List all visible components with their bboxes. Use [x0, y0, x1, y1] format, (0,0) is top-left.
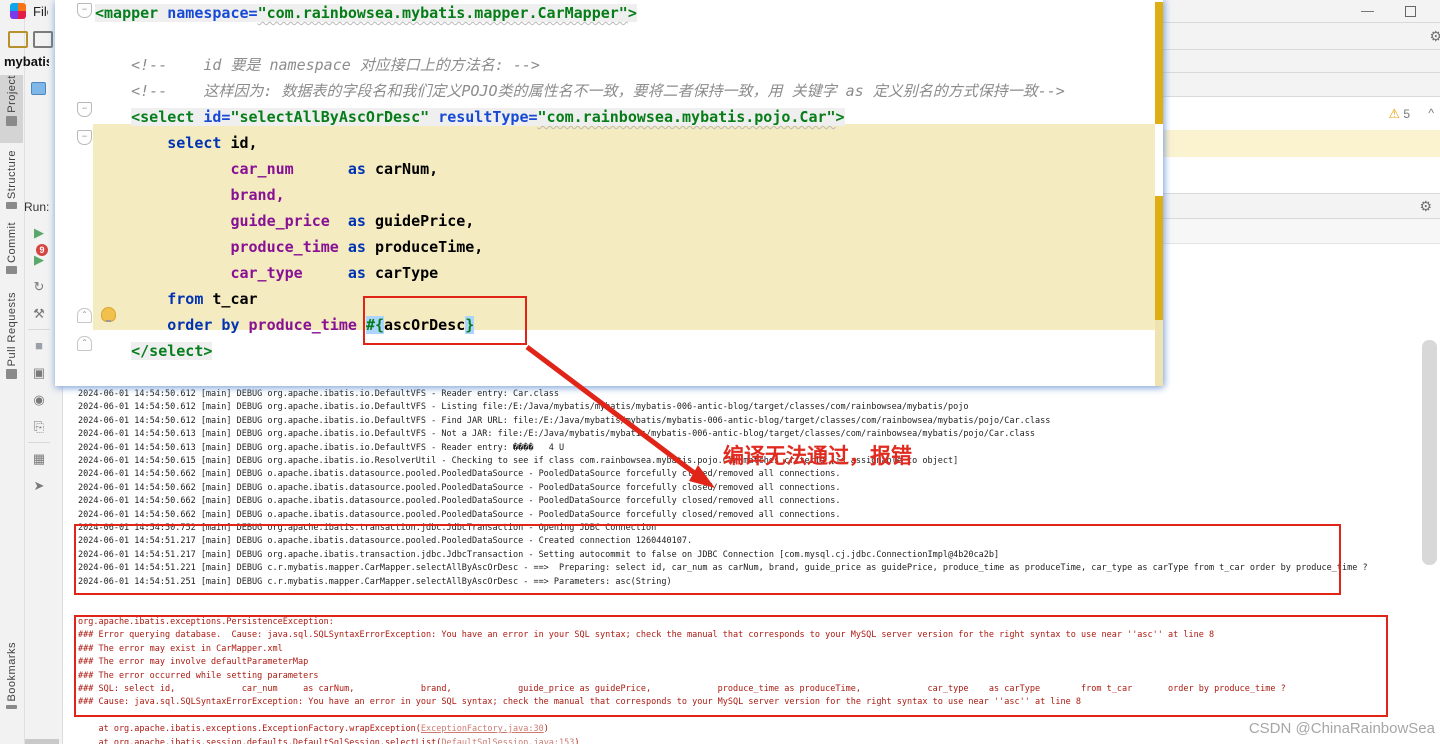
code-line: brand, [95, 182, 1155, 208]
console-line: ### Error querying database. Cause: java… [78, 629, 1440, 642]
console-line: 2024-06-01 14:54:50.612 [main] DEBUG org… [78, 401, 1440, 414]
horizontal-scrollbar[interactable] [25, 739, 59, 744]
console-line: ### The error occurred while setting par… [78, 670, 1440, 683]
console-line: 2024-06-01 14:54:50.612 [main] DEBUG org… [78, 415, 1440, 428]
sidebar-item-pull-requests[interactable]: Pull Requests [0, 292, 23, 387]
minimize-button[interactable]: — [1361, 3, 1374, 18]
fold-end-icon[interactable]: ⌃ [77, 308, 92, 323]
code-line: <mapper namespace="com.rainbowsea.mybati… [95, 0, 1155, 26]
console-line: 2024-06-01 14:54:51.217 [main] DEBUG o.a… [78, 535, 1440, 548]
console-line [78, 589, 1440, 602]
pull-requests-icon [6, 369, 17, 379]
code-line: produce_time as produceTime, [95, 234, 1155, 260]
code-line: <select id="selectAllByAscOrDesc" result… [95, 104, 1155, 130]
menu-file[interactable]: File [33, 4, 48, 20]
console-line: ### The error may exist in CarMapper.xml [78, 643, 1440, 656]
open-folder-icon[interactable] [8, 31, 28, 48]
code-line: select id, [95, 130, 1155, 156]
editor-panel[interactable]: − − − ⌃ ⌃ <mapper namespace="com.rainbow… [55, 0, 1163, 386]
run-button[interactable]: ▶ [24, 219, 54, 246]
console-line: 2024-06-01 14:54:51.221 [main] DEBUG c.r… [78, 562, 1440, 575]
console-line: 2024-06-01 14:54:50.662 [main] DEBUG o.a… [78, 482, 1440, 495]
project-name[interactable]: mybatis [4, 54, 49, 69]
console-line [78, 710, 1440, 723]
inspections-widget[interactable]: ⚠ 5 [1388, 106, 1410, 122]
file-tab-icon[interactable] [31, 82, 46, 95]
collapse-chevron-icon[interactable]: ^ [1428, 106, 1434, 120]
annotation-arrow [505, 335, 735, 505]
console-line: org.apache.ibatis.exceptions.Persistence… [78, 616, 1440, 629]
editor-code[interactable]: <mapper namespace="com.rainbowsea.mybati… [95, 0, 1155, 364]
pin-tab-icon[interactable]: ➤ [24, 472, 54, 499]
code-line: from t_car [95, 286, 1155, 312]
structure-icon [6, 202, 17, 209]
bookmark-flag-icon [6, 705, 17, 709]
sidebar-item-bookmarks[interactable]: Bookmarks [0, 642, 23, 712]
fold-marker-icon[interactable]: − [77, 130, 92, 145]
intellij-logo [10, 3, 26, 19]
commit-icon [6, 266, 17, 274]
restore-layout-icon[interactable]: ⎘ [24, 413, 54, 440]
toolbar-divider [28, 442, 50, 443]
console-line: at org.apache.ibatis.exceptions.Exceptio… [78, 723, 1440, 736]
settings-gear-icon[interactable]: ⚙ [1429, 28, 1440, 45]
left-toolwindow-bar: File mybatis Project Structure Commit Pu… [0, 0, 63, 744]
fold-marker-icon[interactable]: − [77, 3, 92, 18]
error-count-badge: 9 [36, 244, 48, 256]
code-line: guide_price as guidePrice, [95, 208, 1155, 234]
ide-screenshot: — ⚙ ⚠ 5 ^ ⚙ File mybatis Project Struc [0, 0, 1440, 744]
code-line: car_type as carType [95, 260, 1155, 286]
editor-scrollbar-stripe [1155, 320, 1163, 386]
watermark: CSDN @ChinaRainbowSea [1249, 720, 1435, 737]
console-line: 2024-06-01 14:54:50.662 [main] DEBUG o.a… [78, 509, 1440, 522]
layout-icon[interactable]: ▦ [24, 445, 54, 472]
annotation-text: 编译无法通过，报错 [723, 440, 912, 470]
editor-scrollbar-stripe[interactable] [1155, 2, 1163, 124]
sidebar-item-structure[interactable]: Structure [0, 150, 23, 212]
code-line: <!-- 这样因为: 数据表的字段名和我们定义POJO类的属性名不一致，要将二者… [95, 78, 1155, 104]
toolbar-divider [28, 329, 50, 330]
console-line: 2024-06-01 14:54:50.612 [main] DEBUG org… [78, 388, 1440, 401]
editor-scrollbar-stripe[interactable] [1155, 196, 1163, 320]
settings-wrench-icon[interactable]: ⚒ [24, 300, 54, 327]
console-line: 2024-06-01 14:54:51.217 [main] DEBUG org… [78, 549, 1440, 562]
warning-count: 5 [1403, 107, 1410, 121]
run-settings-gear-icon[interactable]: ⚙ [1419, 198, 1432, 215]
save-icon[interactable] [33, 31, 53, 48]
code-line [95, 26, 1155, 52]
console-line: 2024-06-01 14:54:50.662 [main] DEBUG o.a… [78, 468, 1440, 481]
console-line: 2024-06-01 14:54:50.752 [main] DEBUG org… [78, 522, 1440, 535]
run-toolbar: Run: ▶ ▶9 ↻ ⚒ ■ ▣ ◉ ⎘ ▦ ➤ [24, 195, 54, 499]
fold-marker-icon[interactable]: − [77, 102, 92, 117]
console-line: 2024-06-01 14:54:51.251 [main] DEBUG c.r… [78, 576, 1440, 589]
console-line: ### The error may involve defaultParamet… [78, 656, 1440, 669]
sidebar-item-commit[interactable]: Commit [0, 222, 23, 277]
restore-window-button[interactable] [1405, 6, 1416, 17]
console-line [78, 603, 1440, 616]
code-line: car_num as carNum, [95, 156, 1155, 182]
project-folder-icon [6, 116, 17, 126]
screenshot-camera-icon[interactable]: ▣ [24, 359, 54, 386]
console-line: at org.apache.ibatis.session.defaults.De… [78, 737, 1440, 744]
console-line: 2024-06-01 14:54:50.662 [main] DEBUG o.a… [78, 495, 1440, 508]
console-line: ### Cause: java.sql.SQLSyntaxErrorExcept… [78, 696, 1440, 709]
rerun-icon[interactable]: ↻ [24, 273, 54, 300]
sidebar-item-project[interactable]: Project [0, 75, 23, 143]
stop-button[interactable]: ■ [24, 332, 54, 359]
fold-end-icon[interactable]: ⌃ [77, 336, 92, 351]
mute-breakpoints-icon[interactable]: ◉ [24, 386, 54, 413]
run-label: Run: [24, 195, 54, 219]
code-line: <!-- id 要是 namespace 对应接口上的方法名: --> [95, 52, 1155, 78]
warning-icon: ⚠ [1388, 106, 1400, 121]
console-line: ### SQL: select id, car_num as carNum, b… [78, 683, 1440, 696]
rerun-failed-button[interactable]: ▶9 [24, 246, 54, 273]
